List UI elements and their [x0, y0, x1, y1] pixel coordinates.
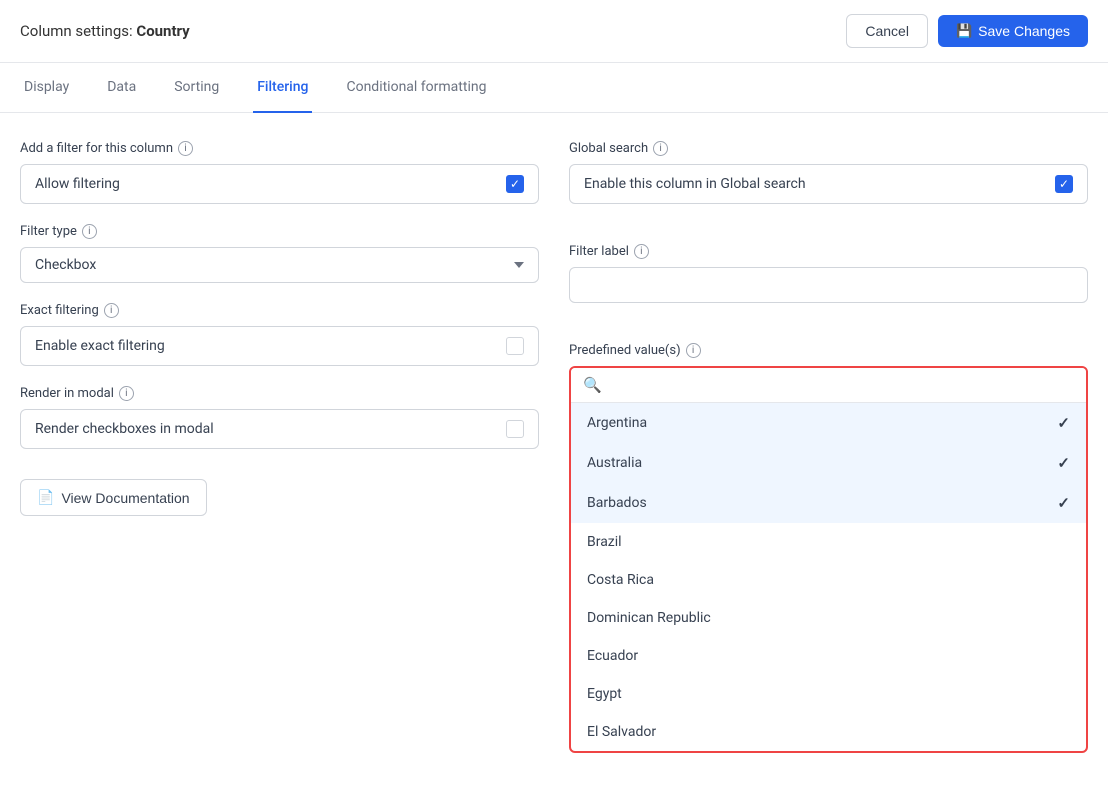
allow-filtering-group: Add a filter for this column i Allow fil… [20, 141, 539, 204]
title-prefix: Column settings: [20, 22, 133, 40]
render-modal-checkbox-label: Render checkboxes in modal [35, 421, 214, 437]
header-actions: Cancel 💾 Save Changes [846, 14, 1088, 48]
filter-label-info-icon[interactable]: i [634, 244, 649, 259]
list-item[interactable]: Dominican Republic [571, 599, 1086, 637]
render-modal-checkbox[interactable] [506, 420, 524, 438]
search-icon: 🔍 [583, 376, 602, 394]
global-search-checkbox-label: Enable this column in Global search [584, 176, 806, 192]
country-name: Brazil [587, 534, 622, 550]
allow-filtering-checkbox[interactable] [506, 175, 524, 193]
filter-section-text: Add a filter for this column [20, 141, 173, 156]
save-label: Save Changes [978, 23, 1070, 39]
filter-type-value: Checkbox [35, 257, 96, 273]
list-item[interactable]: El Salvador [571, 713, 1086, 751]
render-modal-group: Render in modal i Render checkboxes in m… [20, 386, 539, 449]
global-search-text: Global search [569, 141, 648, 156]
title-value: Country [136, 22, 189, 40]
view-documentation-button[interactable]: 📄 View Documentation [20, 479, 207, 516]
right-panel: Global search i Enable this column in Gl… [569, 141, 1088, 773]
global-search-checkbox[interactable] [1055, 175, 1073, 193]
exact-filtering-group: Exact filtering i Enable exact filtering [20, 303, 539, 366]
tab-sorting[interactable]: Sorting [170, 63, 223, 113]
save-icon: 💾 [956, 23, 972, 39]
list-item[interactable]: Costa Rica [571, 561, 1086, 599]
cancel-button[interactable]: Cancel [846, 14, 928, 48]
country-name: Argentina [587, 415, 647, 431]
filter-type-label: Filter type i [20, 224, 539, 239]
global-search-info-icon[interactable]: i [653, 141, 668, 156]
tab-conditional-formatting[interactable]: Conditional formatting [342, 63, 490, 113]
main-content: Add a filter for this column i Allow fil… [0, 113, 1108, 801]
country-name: Australia [587, 455, 642, 471]
predefined-values-group: Predefined value(s) i 🔍 Argentina ✓ [569, 343, 1088, 753]
filter-type-select[interactable]: Checkbox [20, 247, 539, 283]
filter-type-group: Filter type i Checkbox [20, 224, 539, 283]
filter-section-info-icon[interactable]: i [178, 141, 193, 156]
render-modal-row[interactable]: Render checkboxes in modal [20, 409, 539, 449]
render-modal-label: Render in modal i [20, 386, 539, 401]
country-name: Egypt [587, 686, 622, 702]
country-name: El Salvador [587, 724, 656, 740]
search-bar: 🔍 [571, 368, 1086, 403]
save-button[interactable]: 💾 Save Changes [938, 15, 1088, 47]
list-item[interactable]: Ecuador [571, 637, 1086, 675]
check-icon: ✓ [1057, 414, 1070, 432]
check-icon: ✓ [1057, 454, 1070, 472]
view-doc-label: View Documentation [61, 490, 189, 506]
filter-label-text: Filter label [569, 244, 629, 259]
tab-data[interactable]: Data [103, 63, 140, 113]
global-search-label: Global search i [569, 141, 1088, 156]
two-column-layout: Add a filter for this column i Allow fil… [20, 141, 1088, 773]
filter-type-text: Filter type [20, 224, 77, 239]
country-name: Dominican Republic [587, 610, 711, 626]
country-name: Barbados [587, 495, 647, 511]
render-modal-text: Render in modal [20, 386, 114, 401]
tab-filtering[interactable]: Filtering [253, 63, 312, 113]
tab-display[interactable]: Display [20, 63, 73, 113]
global-search-row[interactable]: Enable this column in Global search [569, 164, 1088, 204]
global-search-group: Global search i Enable this column in Gl… [569, 141, 1088, 204]
predefined-panel: 🔍 Argentina ✓ Australia ✓ Bar [569, 366, 1088, 753]
chevron-down-icon [514, 262, 524, 268]
list-item[interactable]: Australia ✓ [571, 443, 1086, 483]
filter-label-section: Filter label i [569, 244, 1088, 259]
left-panel: Add a filter for this column i Allow fil… [20, 141, 539, 773]
check-icon: ✓ [1057, 494, 1070, 512]
page-title: Column settings: Country [20, 22, 190, 40]
predefined-label-text: Predefined value(s) [569, 343, 681, 358]
render-modal-info-icon[interactable]: i [119, 386, 134, 401]
country-name: Ecuador [587, 648, 638, 664]
country-name: Costa Rica [587, 572, 654, 588]
exact-filtering-label: Exact filtering i [20, 303, 539, 318]
list-item[interactable]: Brazil [571, 523, 1086, 561]
predefined-values-label: Predefined value(s) i [569, 343, 1088, 358]
filter-label-input[interactable] [569, 267, 1088, 303]
filter-label-group: Filter label i [569, 244, 1088, 303]
tab-bar: Display Data Sorting Filtering Condition… [0, 63, 1108, 113]
allow-filtering-label: Allow filtering [35, 176, 120, 192]
list-item[interactable]: Egypt [571, 675, 1086, 713]
country-list: Argentina ✓ Australia ✓ Barbados ✓ Bra [571, 403, 1086, 751]
filter-type-info-icon[interactable]: i [82, 224, 97, 239]
exact-filtering-row[interactable]: Enable exact filtering [20, 326, 539, 366]
exact-filtering-text: Exact filtering [20, 303, 99, 318]
list-item[interactable]: Argentina ✓ [571, 403, 1086, 443]
document-icon: 📄 [37, 489, 54, 506]
exact-filtering-checkbox[interactable] [506, 337, 524, 355]
list-item[interactable]: Barbados ✓ [571, 483, 1086, 523]
exact-filtering-info-icon[interactable]: i [104, 303, 119, 318]
allow-filtering-row[interactable]: Allow filtering [20, 164, 539, 204]
exact-filtering-checkbox-label: Enable exact filtering [35, 338, 165, 354]
search-input[interactable] [610, 377, 1074, 393]
filter-section-label: Add a filter for this column i [20, 141, 539, 156]
predefined-info-icon[interactable]: i [686, 343, 701, 358]
header: Column settings: Country Cancel 💾 Save C… [0, 0, 1108, 63]
